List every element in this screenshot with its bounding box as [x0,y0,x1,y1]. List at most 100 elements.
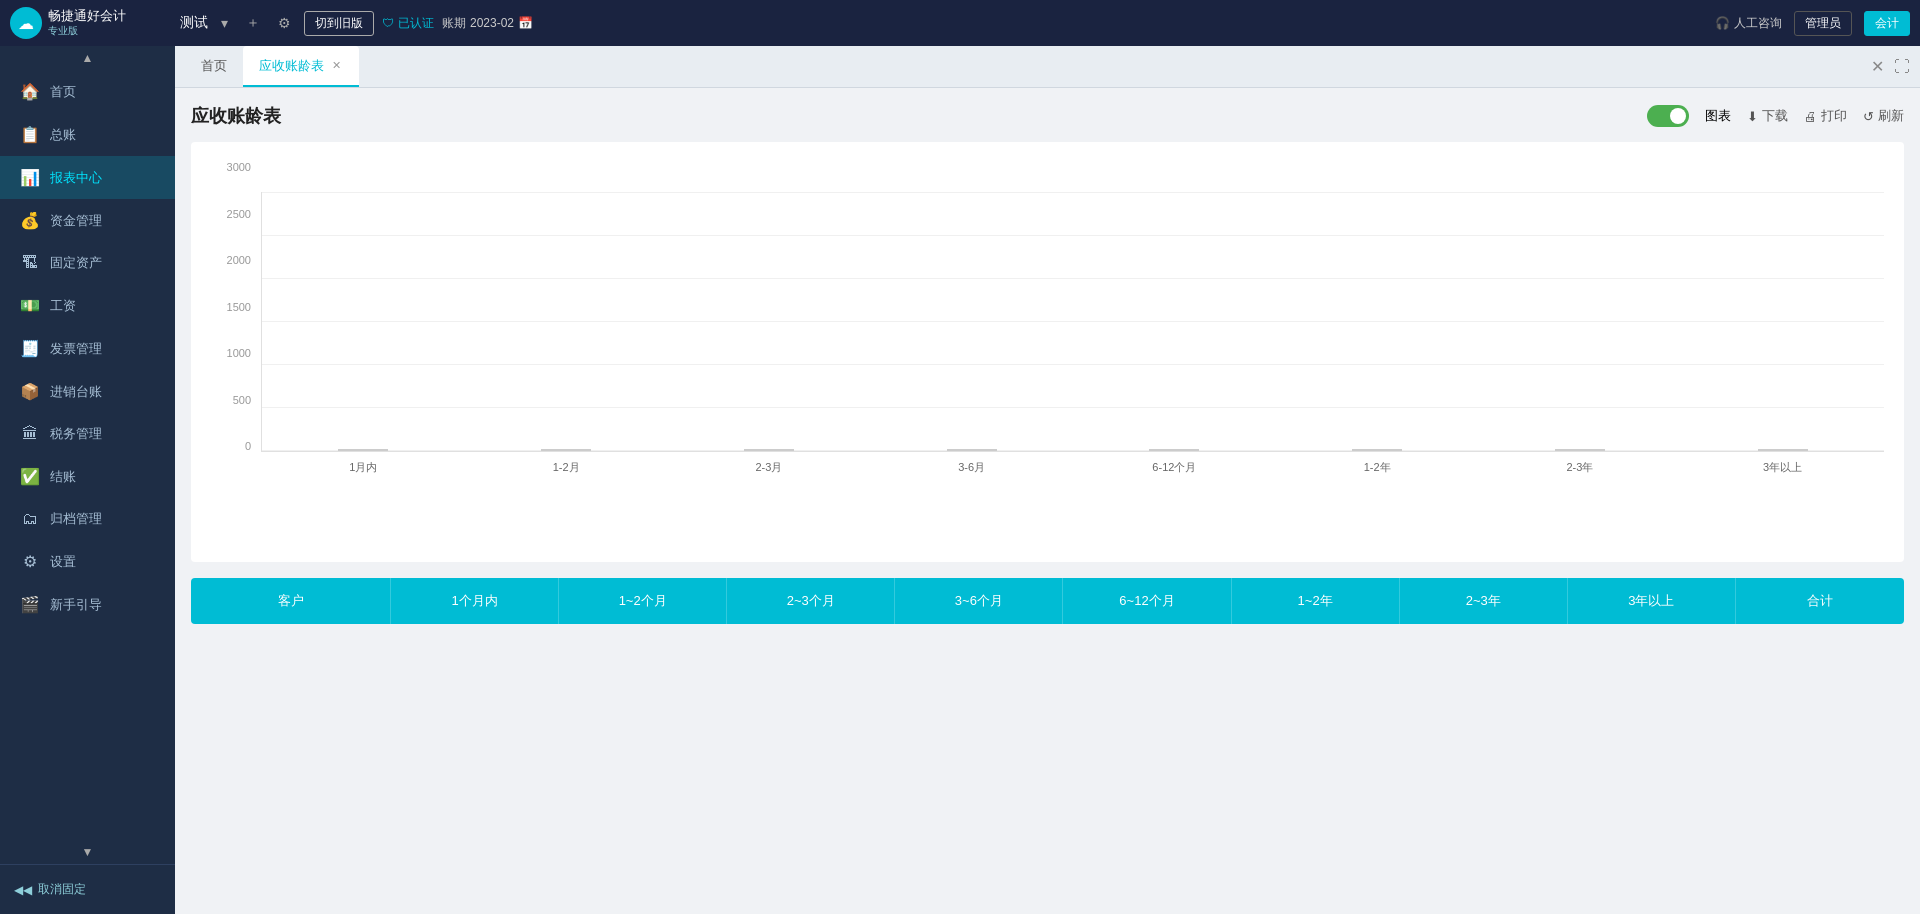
add-company-btn[interactable]: ＋ [241,12,265,34]
sidebar-label-reports: 报表中心 [50,169,102,187]
bar-1m [338,449,388,451]
accountant-btn[interactable]: 会计 [1864,11,1910,36]
certified-label: 已认证 [398,15,434,32]
y-label-0: 0 [245,441,251,452]
sidebar-label-payroll: 工资 [50,297,76,315]
sidebar-item-archive[interactable]: 🗂 归档管理 [0,498,175,540]
scroll-down-arrow[interactable]: ▼ [0,840,175,864]
sidebar-item-reports[interactable]: 📊 报表中心 [0,156,175,199]
print-icon: 🖨 [1804,109,1817,124]
certified-badge: 🛡 已认证 [382,15,434,32]
old-version-btn[interactable]: 切到旧版 [304,11,374,36]
page-content: 应收账龄表 图表 ⬇ 下载 🖨 打印 ↺ 刷新 [175,88,1920,914]
cancel-fixed-btn[interactable]: ◀◀ 取消固定 [0,873,175,906]
toggle-label: 图表 [1705,107,1731,125]
refresh-btn[interactable]: ↺ 刷新 [1863,107,1904,125]
sidebar-item-payroll[interactable]: 💵 工资 [0,284,175,327]
bar-label-3y-plus: 3年以上 [1763,460,1802,475]
gridlines [262,192,1884,451]
tab-home[interactable]: 首页 [185,46,243,87]
period-info: 账期 2023-02 📅 [442,15,533,32]
y-axis: 0 500 1000 1500 2000 2500 3000 [211,162,259,452]
y-label-1000: 1000 [227,348,251,359]
print-btn[interactable]: 🖨 打印 [1804,107,1847,125]
tab-home-label: 首页 [201,57,227,75]
bar-label-2-3m: 2-3月 [755,460,782,475]
sidebar-item-tax[interactable]: 🏛 税务管理 [0,413,175,455]
payroll-icon: 💵 [20,296,40,315]
sidebar-item-funds[interactable]: 💰 资金管理 [0,199,175,242]
cancel-fixed-label: 取消固定 [38,881,86,898]
tab-close-window-btn[interactable]: ✕ [1871,57,1884,76]
table-header-row: 客户 1个月内 1~2个月 2~3个月 3~6个月 6~12个月 1~2年 2~… [191,578,1904,624]
th-1-2y: 1~2年 [1232,578,1400,624]
y-label-2000: 2000 [227,255,251,266]
tab-aging[interactable]: 应收账龄表 ✕ [243,46,359,87]
bar-3-6m [947,449,997,451]
header-right: 🎧 人工咨询 管理员 会计 [1715,11,1910,36]
sidebar-item-assets[interactable]: 🏗 固定资产 [0,242,175,284]
logo-sub: 专业版 [48,24,126,38]
bar-1-2m [541,449,591,451]
sidebar: ▲ 🏠 首页 📋 总账 📊 报表中心 💰 资金管理 🏗 固定资产 [0,46,175,914]
sidebar-item-settings[interactable]: ⚙ 设置 [0,540,175,583]
bar-group-2-3m: 2-3月 [668,449,871,451]
sidebar-item-sales[interactable]: 📦 进销台账 [0,370,175,413]
th-total: 合计 [1736,578,1904,624]
calendar-icon[interactable]: 📅 [518,16,533,30]
chart-toggle[interactable] [1647,105,1689,127]
sidebar-item-home[interactable]: 🏠 首页 [0,70,175,113]
top-header: ☁ 畅捷通好会计 专业版 测试 ▾ ＋ ⚙ 切到旧版 🛡 已认证 账期 2023… [0,0,1920,46]
th-3y-plus: 3年以上 [1568,578,1736,624]
bar-label-2-3y: 2-3年 [1566,460,1593,475]
tab-expand-btn[interactable]: ⛶ [1894,58,1910,76]
reports-icon: 📊 [20,168,40,187]
sidebar-label-home: 首页 [50,83,76,101]
sidebar-item-invoice[interactable]: 🧾 发票管理 [0,327,175,370]
bar-label-6-12m: 6-12个月 [1152,460,1196,475]
shield-icon: 🛡 [382,16,394,30]
bar-group-1-2y: 1-2年 [1276,449,1479,451]
bar-label-3-6m: 3-6月 [958,460,985,475]
manager-btn[interactable]: 管理员 [1794,11,1852,36]
download-btn[interactable]: ⬇ 下载 [1747,107,1788,125]
sidebar-label-archive: 归档管理 [50,510,102,528]
refresh-label: 刷新 [1878,107,1904,125]
sidebar-item-guide[interactable]: 🎬 新手引导 [0,583,175,626]
report-actions: 图表 ⬇ 下载 🖨 打印 ↺ 刷新 [1647,105,1904,127]
sidebar-label-settings: 设置 [50,553,76,571]
period-label: 账期 [442,15,466,32]
th-2-3y: 2~3年 [1400,578,1568,624]
bar-label-1m: 1月内 [349,460,377,475]
service-btn[interactable]: 🎧 人工咨询 [1715,15,1782,32]
th-2-3m: 2~3个月 [727,578,895,624]
tab-close-btn[interactable]: ✕ [330,58,343,73]
headset-icon: 🎧 [1715,16,1730,30]
assets-icon: 🏗 [20,254,40,272]
scroll-up-arrow[interactable]: ▲ [0,46,175,70]
bar-2-3y [1555,449,1605,451]
company-dropdown-btn[interactable]: ▾ [216,13,233,33]
sidebar-item-close[interactable]: ✅ 结账 [0,455,175,498]
bar-group-2-3y: 2-3年 [1479,449,1682,451]
ledger-icon: 📋 [20,125,40,144]
report-title: 应收账龄表 [191,104,281,128]
sales-icon: 📦 [20,382,40,401]
settings-btn[interactable]: ⚙ [273,13,296,33]
sidebar-label-ledger: 总账 [50,126,76,144]
sidebar-item-ledger[interactable]: 📋 总账 [0,113,175,156]
sidebar-label-funds: 资金管理 [50,212,102,230]
th-1m: 1个月内 [391,578,559,624]
th-customer: 客户 [191,578,391,624]
archive-icon: 🗂 [20,510,40,528]
logo-text: 畅捷通好会计 [48,8,126,25]
y-label-1500: 1500 [227,302,251,313]
bar-3y-plus [1758,449,1808,451]
bar-1-2y [1352,449,1402,451]
close-books-icon: ✅ [20,467,40,486]
settings-icon: ⚙ [20,552,40,571]
sidebar-label-close: 结账 [50,468,76,486]
th-1-2m: 1~2个月 [559,578,727,624]
y-label-500: 500 [233,395,251,406]
chart-container: 0 500 1000 1500 2000 2500 3000 [191,142,1904,562]
